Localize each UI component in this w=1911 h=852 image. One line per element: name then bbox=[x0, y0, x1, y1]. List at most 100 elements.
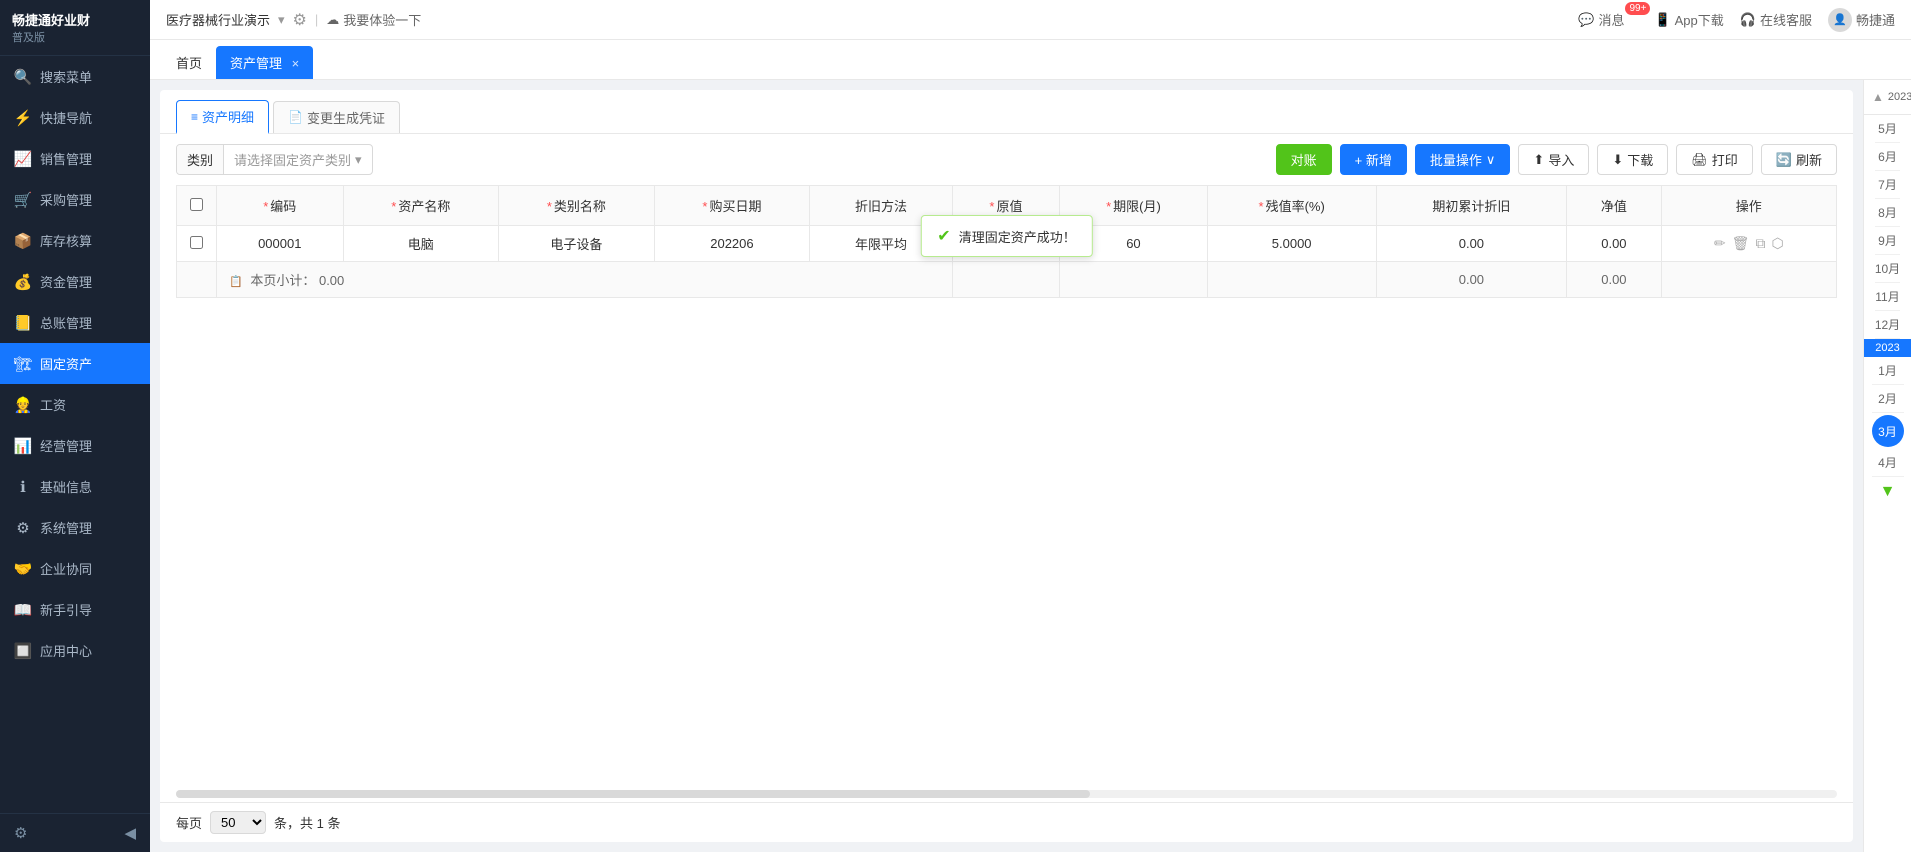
settings-icon[interactable]: ⚙ bbox=[14, 824, 27, 842]
sub-tab-asset-detail[interactable]: ≡ 资产明细 bbox=[176, 100, 269, 134]
main-area: 医疗器械行业演示 ▾ ⚙ | ☁ 我要体验一下 💬 消息 99+ 📱 App下载… bbox=[150, 0, 1911, 852]
month-3-active[interactable]: 3月 bbox=[1872, 415, 1904, 447]
header-category: *类别名称 bbox=[499, 186, 655, 226]
sidebar-item-label: 应用中心 bbox=[40, 641, 92, 660]
row-checkbox[interactable] bbox=[190, 236, 203, 249]
header-net-label: 净值 bbox=[1601, 199, 1627, 214]
header-purchase-date: *购买日期 bbox=[654, 186, 810, 226]
month-5[interactable]: 5月 bbox=[1875, 115, 1900, 143]
avatar: 👤 bbox=[1828, 8, 1852, 32]
edit-icon[interactable]: ✏ bbox=[1714, 235, 1726, 252]
header-period-label: 期限(月) bbox=[1113, 199, 1161, 214]
sidebar-item-salary[interactable]: 👷 工资 bbox=[0, 384, 150, 425]
month-1[interactable]: 1月 bbox=[1872, 357, 1904, 385]
sidebar-item-label: 系统管理 bbox=[40, 518, 92, 537]
app-center-icon: 🔲 bbox=[14, 642, 32, 660]
download-label: 下载 bbox=[1627, 150, 1653, 169]
header-residual-label: 残值率(%) bbox=[1266, 199, 1325, 214]
subtotal-checkbox bbox=[177, 262, 217, 298]
subtotal-original: 0.00 bbox=[319, 273, 344, 288]
month-4[interactable]: 4月 bbox=[1872, 449, 1904, 477]
panel-down-arrow[interactable]: ▼ bbox=[1880, 477, 1896, 507]
month-7[interactable]: 7月 bbox=[1875, 171, 1900, 199]
sidebar-item-app-center[interactable]: 🔲 应用中心 bbox=[0, 630, 150, 671]
right-panel: ▲ 2023.03 ✕ 5月 6月 7月 8月 9月 10月 11月 12月 2… bbox=[1863, 80, 1911, 852]
batch-button[interactable]: 批量操作 ∨ bbox=[1415, 144, 1511, 175]
app-download-button[interactable]: 📱 App下载 bbox=[1654, 10, 1723, 29]
import-label: 导入 bbox=[1548, 150, 1574, 169]
month-9[interactable]: 9月 bbox=[1875, 227, 1900, 255]
horizontal-scrollbar[interactable] bbox=[176, 790, 1837, 798]
search-icon: 🔍 bbox=[14, 68, 32, 86]
sidebar-nav: 🔍 搜索菜单 ⚡ 快捷导航 📈 销售管理 🛒 采购管理 📦 库存核算 💰 资金管… bbox=[0, 56, 150, 813]
table-wrapper: *编码 *资产名称 *类别名称 *购买日期 折旧方法 *原值 *期限(月) *残… bbox=[160, 185, 1853, 790]
month-11[interactable]: 11月 bbox=[1875, 283, 1900, 311]
sidebar-item-label: 销售管理 bbox=[40, 149, 92, 168]
toolbar-right: 对账 + 新增 批量操作 ∨ ⬆ 导入 bbox=[1276, 144, 1837, 175]
header-category-label: 类别名称 bbox=[554, 199, 606, 214]
subtotal-original-cell bbox=[952, 262, 1059, 298]
sidebar-item-label: 新手引导 bbox=[40, 600, 92, 619]
messages-label: 消息 bbox=[1598, 10, 1624, 29]
sidebar-item-basic-info[interactable]: ℹ 基础信息 bbox=[0, 466, 150, 507]
month-10[interactable]: 10月 bbox=[1875, 255, 1900, 283]
subtotal-label-cell: 📋 本页小计： 0.00 bbox=[217, 262, 953, 298]
month-6[interactable]: 6月 bbox=[1875, 143, 1900, 171]
online-service-button[interactable]: 🎧 在线客服 bbox=[1740, 10, 1812, 29]
chevron-down-green-icon: ▼ bbox=[1880, 483, 1896, 501]
collapse-icon[interactable]: ◀ bbox=[124, 824, 136, 842]
app-download-label: App下载 bbox=[1675, 10, 1724, 29]
tab-asset-management[interactable]: 资产管理 × bbox=[216, 46, 313, 79]
toolbar: 类别 请选择固定资产类别 ▾ 对账 + 新增 bbox=[160, 134, 1853, 185]
sidebar-item-purchase[interactable]: 🛒 采购管理 bbox=[0, 179, 150, 220]
subtotal-icon: 📋 bbox=[229, 276, 243, 288]
row-residual-rate: 5.0000 bbox=[1207, 226, 1376, 262]
per-page-select[interactable]: 50 100 bbox=[210, 811, 266, 834]
download-button[interactable]: ⬇ 下载 bbox=[1597, 144, 1668, 175]
select-all-checkbox[interactable] bbox=[190, 198, 203, 211]
new-button[interactable]: + 新增 bbox=[1340, 144, 1407, 175]
copy-icon[interactable]: ⧉ bbox=[1755, 235, 1765, 252]
refresh-button[interactable]: 🔄 刷新 bbox=[1761, 144, 1837, 175]
sidebar-item-operations[interactable]: 📊 经营管理 bbox=[0, 425, 150, 466]
sidebar-item-system[interactable]: ⚙ 系统管理 bbox=[0, 507, 150, 548]
month-2[interactable]: 2月 bbox=[1872, 385, 1904, 413]
online-service-label: 在线客服 bbox=[1760, 10, 1812, 29]
chevron-up-icon[interactable]: ▲ bbox=[1868, 86, 1888, 108]
topbar-experience-link[interactable]: ☁ 我要体验一下 bbox=[326, 10, 421, 29]
sidebar-item-enterprise[interactable]: 🤝 企业协同 bbox=[0, 548, 150, 589]
header-original-label: 原值 bbox=[996, 199, 1022, 214]
row-purchase-date: 202206 bbox=[654, 226, 810, 262]
sidebar-item-search[interactable]: 🔍 搜索菜单 bbox=[0, 56, 150, 97]
account-button[interactable]: 对账 bbox=[1276, 144, 1332, 175]
import-button[interactable]: ⬆ 导入 bbox=[1518, 144, 1589, 175]
import-icon: ⬆ bbox=[1533, 152, 1544, 168]
print-label: 打印 bbox=[1712, 150, 1738, 169]
tab-close-icon[interactable]: × bbox=[292, 56, 300, 71]
more-icon[interactable]: ⬡ bbox=[1771, 235, 1783, 252]
tab-home[interactable]: 首页 bbox=[166, 46, 212, 79]
batch-label: 批量操作 bbox=[1430, 150, 1482, 169]
month-8[interactable]: 8月 bbox=[1875, 199, 1900, 227]
sidebar-item-fixed-assets[interactable]: 🏗 固定资产 bbox=[0, 343, 150, 384]
year-label: 2023 bbox=[1864, 339, 1911, 357]
sidebar-item-guide[interactable]: 📖 新手引导 bbox=[0, 589, 150, 630]
app-title: 畅捷通好业财 bbox=[12, 10, 138, 29]
sub-tab-change-voucher[interactable]: 📄 变更生成凭证 bbox=[273, 101, 400, 133]
month-12[interactable]: 12月 bbox=[1875, 311, 1900, 339]
category-select[interactable]: 请选择固定资产类别 ▾ bbox=[224, 145, 372, 174]
sidebar-item-finance[interactable]: 💰 资金管理 bbox=[0, 261, 150, 302]
print-button[interactable]: 🖨 打印 bbox=[1676, 144, 1753, 175]
sidebar-item-inventory[interactable]: 📦 库存核算 bbox=[0, 220, 150, 261]
sidebar-item-ledger[interactable]: 📒 总账管理 bbox=[0, 302, 150, 343]
finance-icon: 💰 bbox=[14, 273, 32, 291]
messages-button[interactable]: 💬 消息 99+ bbox=[1578, 10, 1638, 29]
company-dropdown-icon[interactable]: ▾ bbox=[278, 12, 285, 28]
user-profile[interactable]: 👤 畅捷通 bbox=[1828, 8, 1895, 32]
topbar-gear-icon[interactable]: ⚙ bbox=[293, 10, 307, 30]
sidebar-item-sales[interactable]: 📈 销售管理 bbox=[0, 138, 150, 179]
delete-icon[interactable]: 🗑 bbox=[1732, 235, 1750, 252]
sidebar-item-quick-nav[interactable]: ⚡ 快捷导航 bbox=[0, 97, 150, 138]
pagination: 每页 50 100 条，共 1 条 bbox=[160, 802, 1853, 842]
page-content: ≡ 资产明细 📄 变更生成凭证 类别 请选择固定资产类别 bbox=[150, 80, 1911, 852]
